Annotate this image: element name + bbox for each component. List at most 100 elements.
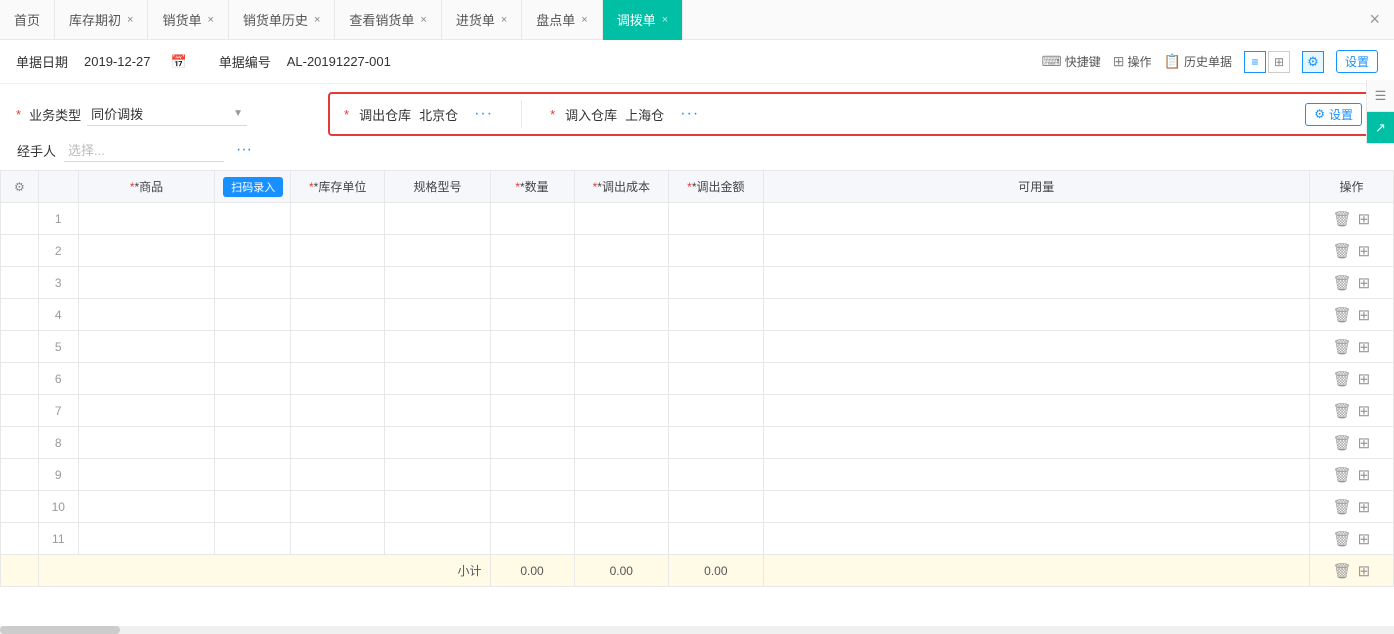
row-avail[interactable] (763, 395, 1309, 427)
row-spec[interactable] (385, 235, 490, 267)
window-close-button[interactable]: × (1355, 0, 1394, 40)
row-cost[interactable] (574, 363, 669, 395)
setting-icon[interactable]: ⚙ (1302, 51, 1324, 73)
tab-view-sales[interactable]: 查看销货单 × (335, 0, 441, 40)
row-unit[interactable] (290, 491, 385, 523)
row-copy-icon[interactable]: ⊞ (1358, 466, 1371, 484)
row-delete-icon[interactable]: 🗑 (1333, 274, 1352, 292)
row-qty[interactable] (490, 427, 574, 459)
row-qty[interactable] (490, 459, 574, 491)
row-spec[interactable] (385, 395, 490, 427)
row-cost[interactable] (574, 299, 669, 331)
row-amount[interactable] (669, 299, 764, 331)
row-product[interactable] (78, 299, 215, 331)
row-qty[interactable] (490, 395, 574, 427)
tab-sales-order[interactable]: 销货单 × (148, 0, 228, 40)
row-copy-icon[interactable]: ⊞ (1358, 210, 1371, 228)
row-qty[interactable] (490, 491, 574, 523)
row-qty[interactable] (490, 267, 574, 299)
row-unit[interactable] (290, 363, 385, 395)
row-amount[interactable] (669, 491, 764, 523)
row-avail[interactable] (763, 363, 1309, 395)
tab-close-purchase-order[interactable]: × (501, 14, 507, 26)
manager-more-btn[interactable]: ··· (236, 141, 252, 159)
rp-share-btn[interactable]: ↗ (1367, 112, 1394, 144)
row-delete-icon[interactable]: 🗑 (1333, 402, 1352, 420)
row-avail[interactable] (763, 427, 1309, 459)
row-unit[interactable] (290, 203, 385, 235)
row-copy-icon[interactable]: ⊞ (1358, 498, 1371, 516)
rp-list-btn[interactable]: ☰ (1367, 80, 1394, 112)
transfer-out-more-btn[interactable]: ··· (474, 105, 493, 123)
row-spec[interactable] (385, 267, 490, 299)
tab-close-transfer[interactable]: × (662, 14, 668, 26)
row-avail[interactable] (763, 299, 1309, 331)
row-copy-icon[interactable]: ⊞ (1358, 530, 1371, 548)
row-qty[interactable] (490, 203, 574, 235)
tab-inventory-init[interactable]: 库存期初 × (55, 0, 148, 40)
tab-close-sales-history[interactable]: × (314, 14, 320, 26)
settings-text-btn[interactable]: 设置 (1336, 50, 1378, 73)
tab-close-inventory-init[interactable]: × (127, 14, 133, 26)
row-amount[interactable] (669, 203, 764, 235)
subtotal-copy-icon[interactable]: ⊞ (1358, 562, 1371, 580)
row-delete-icon[interactable]: 🗑 (1333, 434, 1352, 452)
row-delete-icon[interactable]: 🗑 (1333, 498, 1352, 516)
horizontal-scrollbar[interactable] (0, 626, 1394, 634)
row-spec[interactable] (385, 363, 490, 395)
row-delete-icon[interactable]: 🗑 (1333, 338, 1352, 356)
layout-grid-btn[interactable]: ⊞ (1268, 51, 1290, 73)
row-cost[interactable] (574, 459, 669, 491)
row-product[interactable] (78, 459, 215, 491)
row-spec[interactable] (385, 491, 490, 523)
row-cost[interactable] (574, 235, 669, 267)
row-copy-icon[interactable]: ⊞ (1358, 370, 1371, 388)
shortcut-btn[interactable]: ⌨ 快捷键 (1042, 53, 1101, 70)
row-product[interactable] (78, 395, 215, 427)
row-unit[interactable] (290, 331, 385, 363)
row-qty[interactable] (490, 363, 574, 395)
row-avail[interactable] (763, 491, 1309, 523)
row-qty[interactable] (490, 523, 574, 555)
row-copy-icon[interactable]: ⊞ (1358, 306, 1371, 324)
row-product[interactable] (78, 363, 215, 395)
row-unit[interactable] (290, 395, 385, 427)
tab-home[interactable]: 首页 (0, 0, 55, 40)
row-qty[interactable] (490, 299, 574, 331)
row-product[interactable] (78, 203, 215, 235)
row-copy-icon[interactable]: ⊞ (1358, 402, 1371, 420)
row-amount[interactable] (669, 267, 764, 299)
row-delete-icon[interactable]: 🗑 (1333, 530, 1352, 548)
row-delete-icon[interactable]: 🗑 (1333, 210, 1352, 228)
row-copy-icon[interactable]: ⊞ (1358, 434, 1371, 452)
row-product[interactable] (78, 427, 215, 459)
transfer-in-more-btn[interactable]: ··· (680, 105, 699, 123)
row-unit[interactable] (290, 459, 385, 491)
scan-btn[interactable]: 扫码录入 (223, 177, 283, 197)
row-unit[interactable] (290, 523, 385, 555)
row-cost[interactable] (574, 395, 669, 427)
row-amount[interactable] (669, 395, 764, 427)
row-delete-icon[interactable]: 🗑 (1333, 370, 1352, 388)
row-copy-icon[interactable]: ⊞ (1358, 338, 1371, 356)
row-spec[interactable] (385, 203, 490, 235)
row-cost[interactable] (574, 491, 669, 523)
tab-transfer[interactable]: 调拨单 × (603, 0, 683, 40)
row-product[interactable] (78, 491, 215, 523)
row-delete-icon[interactable]: 🗑 (1333, 242, 1352, 260)
table-gear-icon[interactable]: ⚙ (14, 180, 25, 194)
row-amount[interactable] (669, 523, 764, 555)
row-spec[interactable] (385, 523, 490, 555)
row-amount[interactable] (669, 235, 764, 267)
row-product[interactable] (78, 235, 215, 267)
col-header-settings[interactable]: ⚙ (1, 171, 39, 203)
row-cost[interactable] (574, 331, 669, 363)
tab-sales-history[interactable]: 销货单历史 × (229, 0, 335, 40)
row-delete-icon[interactable]: 🗑 (1333, 306, 1352, 324)
row-avail[interactable] (763, 459, 1309, 491)
scrollbar-thumb[interactable] (0, 626, 120, 634)
row-spec[interactable] (385, 427, 490, 459)
row-unit[interactable] (290, 267, 385, 299)
tab-stocktake[interactable]: 盘点单 × (522, 0, 602, 40)
row-unit[interactable] (290, 235, 385, 267)
